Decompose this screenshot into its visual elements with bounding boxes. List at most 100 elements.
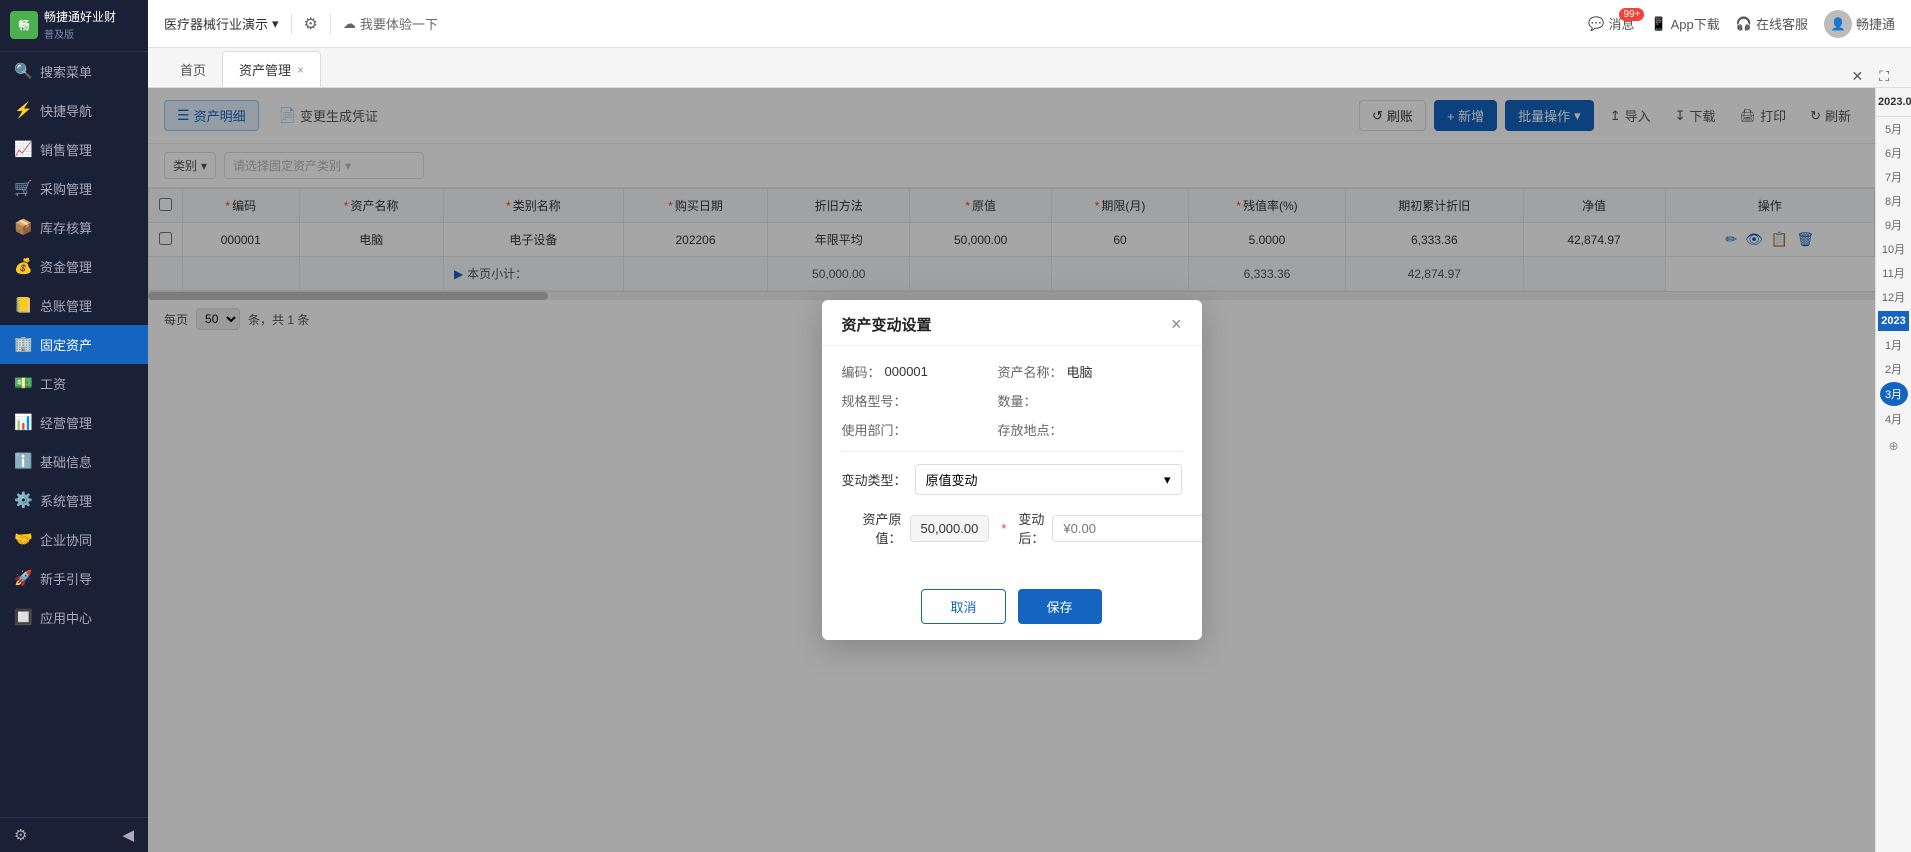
dialog-name-item: 资产名称： 电脑 <box>998 362 1138 381</box>
app-download-button[interactable]: 📱 App下载 <box>1650 14 1719 33</box>
sidebar-item-ledger[interactable]: 📒 总账管理 <box>0 286 148 325</box>
download-icon: 📱 <box>1650 16 1666 32</box>
calendar-month-11[interactable]: 11月 <box>1876 261 1911 285</box>
calendar-year-2023: 2023 <box>1878 311 1909 331</box>
save-button[interactable]: 保存 <box>1018 589 1102 624</box>
sidebar-item-label: 总账管理 <box>40 296 92 315</box>
tab-home[interactable]: 首页 <box>164 52 222 87</box>
original-value-display: 50,000.00 <box>910 515 990 542</box>
dialog-info-row2: 规格型号： 数量： <box>842 391 1182 410</box>
content-area: ☰ 资产明细 📄 变更生成凭证 ↺ 刷账 + 新增 批量操作 <box>148 88 1911 852</box>
sidebar-header: 畅 畅捷通好业财 普及版 <box>0 0 148 52</box>
finance-icon: 💰 <box>14 257 32 275</box>
purchase-icon: 🛒 <box>14 179 32 197</box>
sidebar-item-label: 搜索菜单 <box>40 62 92 81</box>
notification-badge: 99+ <box>1619 8 1644 21</box>
modal-overlay: 资产变动设置 × 编码： 000001 资产名称： 电脑 <box>148 88 1875 852</box>
dialog-footer: 取消 保存 <box>822 577 1202 640</box>
sidebar-item-purchase[interactable]: 🛒 采购管理 <box>0 169 148 208</box>
sidebar-item-quick-nav[interactable]: ⚡ 快捷导航 <box>0 91 148 130</box>
window-expand-button[interactable]: ⛶ <box>1873 66 1895 87</box>
settings-gear-icon[interactable]: ⚙ <box>304 14 318 34</box>
sidebar-item-inventory[interactable]: 📦 库存核算 <box>0 208 148 247</box>
dialog-title: 资产变动设置 <box>842 314 932 335</box>
sidebar-item-sales[interactable]: 📈 销售管理 <box>0 130 148 169</box>
change-type-select[interactable]: 原值变动 ▾ <box>915 464 1182 495</box>
code-label: 编码： <box>842 362 881 381</box>
dialog-header: 资产变动设置 × <box>822 300 1202 346</box>
avatar-icon: 👤 <box>1831 17 1846 31</box>
calendar-month-10[interactable]: 10月 <box>1876 237 1911 261</box>
sidebar-bottom: ⚙ ◀ <box>0 817 148 852</box>
cancel-button[interactable]: 取消 <box>921 589 1005 624</box>
calendar-month-2[interactable]: 2月 <box>1876 357 1911 381</box>
sidebar-item-system[interactable]: ⚙️ 系统管理 <box>0 481 148 520</box>
sales-icon: 📈 <box>14 140 32 158</box>
topbar: 医疗器械行业演示 ▾ ⚙ ☁ 我要体验一下 💬 消息 99+ 📱 App下载 🎧… <box>148 0 1911 48</box>
sidebar-item-basic-info[interactable]: ℹ️ 基础信息 <box>0 442 148 481</box>
avatar: 👤 <box>1824 10 1852 38</box>
tab-asset-management[interactable]: 资产管理 × <box>222 51 321 87</box>
main-area: 医疗器械行业演示 ▾ ⚙ ☁ 我要体验一下 💬 消息 99+ 📱 App下载 🎧… <box>148 0 1911 852</box>
page-content: ☰ 资产明细 📄 变更生成凭证 ↺ 刷账 + 新增 批量操作 <box>148 88 1875 852</box>
payroll-icon: 💵 <box>14 374 32 392</box>
settings-icon[interactable]: ⚙ <box>14 826 27 844</box>
sidebar-item-cooperation[interactable]: 🤝 企业协同 <box>0 520 148 559</box>
calendar-month-8[interactable]: 8月 <box>1876 189 1911 213</box>
calendar-month-7[interactable]: 7月 <box>1876 165 1911 189</box>
calendar-expand-button[interactable]: ⊕ <box>1876 439 1911 453</box>
tab-close-icon[interactable]: × <box>297 63 304 77</box>
sidebar-item-label: 企业协同 <box>40 530 92 549</box>
dialog-close-button[interactable]: × <box>1171 314 1182 335</box>
department-label: 使用部门： <box>842 420 907 439</box>
search-icon: 🔍 <box>14 62 32 80</box>
sidebar-item-search[interactable]: 🔍 搜索菜单 <box>0 52 148 91</box>
company-selector[interactable]: 医疗器械行业演示 ▾ <box>164 14 279 33</box>
calendar-month-6[interactable]: 6月 <box>1876 141 1911 165</box>
calendar-month-9[interactable]: 9月 <box>1876 213 1911 237</box>
topbar-divider2 <box>330 14 331 34</box>
quantity-label: 数量： <box>998 391 1037 410</box>
after-change-input[interactable] <box>1052 515 1201 542</box>
required-star: * <box>1001 521 1006 536</box>
online-service-label: 在线客服 <box>1756 14 1808 33</box>
dialog-location-item: 存放地点： <box>998 420 1138 439</box>
calendar-month-4[interactable]: 4月 <box>1876 407 1911 431</box>
sidebar-item-payroll[interactable]: 💵 工资 <box>0 364 148 403</box>
inventory-icon: 📦 <box>14 218 32 236</box>
sidebar-item-label: 工资 <box>40 374 66 393</box>
sidebar-item-fixed-assets[interactable]: 🏢 固定资产 <box>0 325 148 364</box>
online-service-button[interactable]: 🎧 在线客服 <box>1736 14 1808 33</box>
quick-nav-icon: ⚡ <box>14 101 32 119</box>
tab-asset-label: 资产管理 <box>239 60 291 79</box>
cloud-icon: ☁ <box>343 16 356 32</box>
window-close-button[interactable]: ✕ <box>1845 66 1869 87</box>
spec-label: 规格型号： <box>842 391 907 410</box>
app-logo: 畅 <box>10 11 38 39</box>
tab-home-label: 首页 <box>180 60 206 79</box>
notification-button[interactable]: 💬 消息 99+ <box>1588 14 1634 33</box>
sidebar: 畅 畅捷通好业财 普及版 🔍 搜索菜单 ⚡ 快捷导航 📈 销售管理 🛒 采购管理… <box>0 0 148 852</box>
code-value: 000001 <box>885 364 928 379</box>
sidebar-item-label: 经营管理 <box>40 413 92 432</box>
experience-button[interactable]: ☁ 我要体验一下 <box>343 14 438 33</box>
expand-icon[interactable]: ⊕ <box>1888 439 1898 453</box>
original-value-label: 资产原值： <box>842 509 902 547</box>
sidebar-item-operations[interactable]: 📊 经营管理 <box>0 403 148 442</box>
ledger-icon: 📒 <box>14 296 32 314</box>
sidebar-item-label: 基础信息 <box>40 452 92 471</box>
calendar-month-5[interactable]: 5月 <box>1876 117 1911 141</box>
sidebar-item-app-center[interactable]: 🔲 应用中心 <box>0 598 148 637</box>
collapse-icon[interactable]: ◀ <box>122 826 134 844</box>
user-menu[interactable]: 👤 畅捷通 <box>1824 10 1895 38</box>
calendar-month-1[interactable]: 1月 <box>1876 333 1911 357</box>
sidebar-item-guide[interactable]: 🚀 新手引导 <box>0 559 148 598</box>
dialog-code-item: 编码： 000001 <box>842 362 982 381</box>
change-type-chevron-icon: ▾ <box>1164 472 1171 488</box>
topbar-right: 💬 消息 99+ 📱 App下载 🎧 在线客服 👤 畅捷通 <box>1588 10 1895 38</box>
calendar-month-12[interactable]: 12月 <box>1876 285 1911 309</box>
calendar-month-3-active[interactable]: 3月 <box>1880 382 1908 406</box>
basic-info-icon: ℹ️ <box>14 452 32 470</box>
sidebar-item-finance[interactable]: 💰 资金管理 <box>0 247 148 286</box>
asset-name-value: 电脑 <box>1067 362 1093 381</box>
